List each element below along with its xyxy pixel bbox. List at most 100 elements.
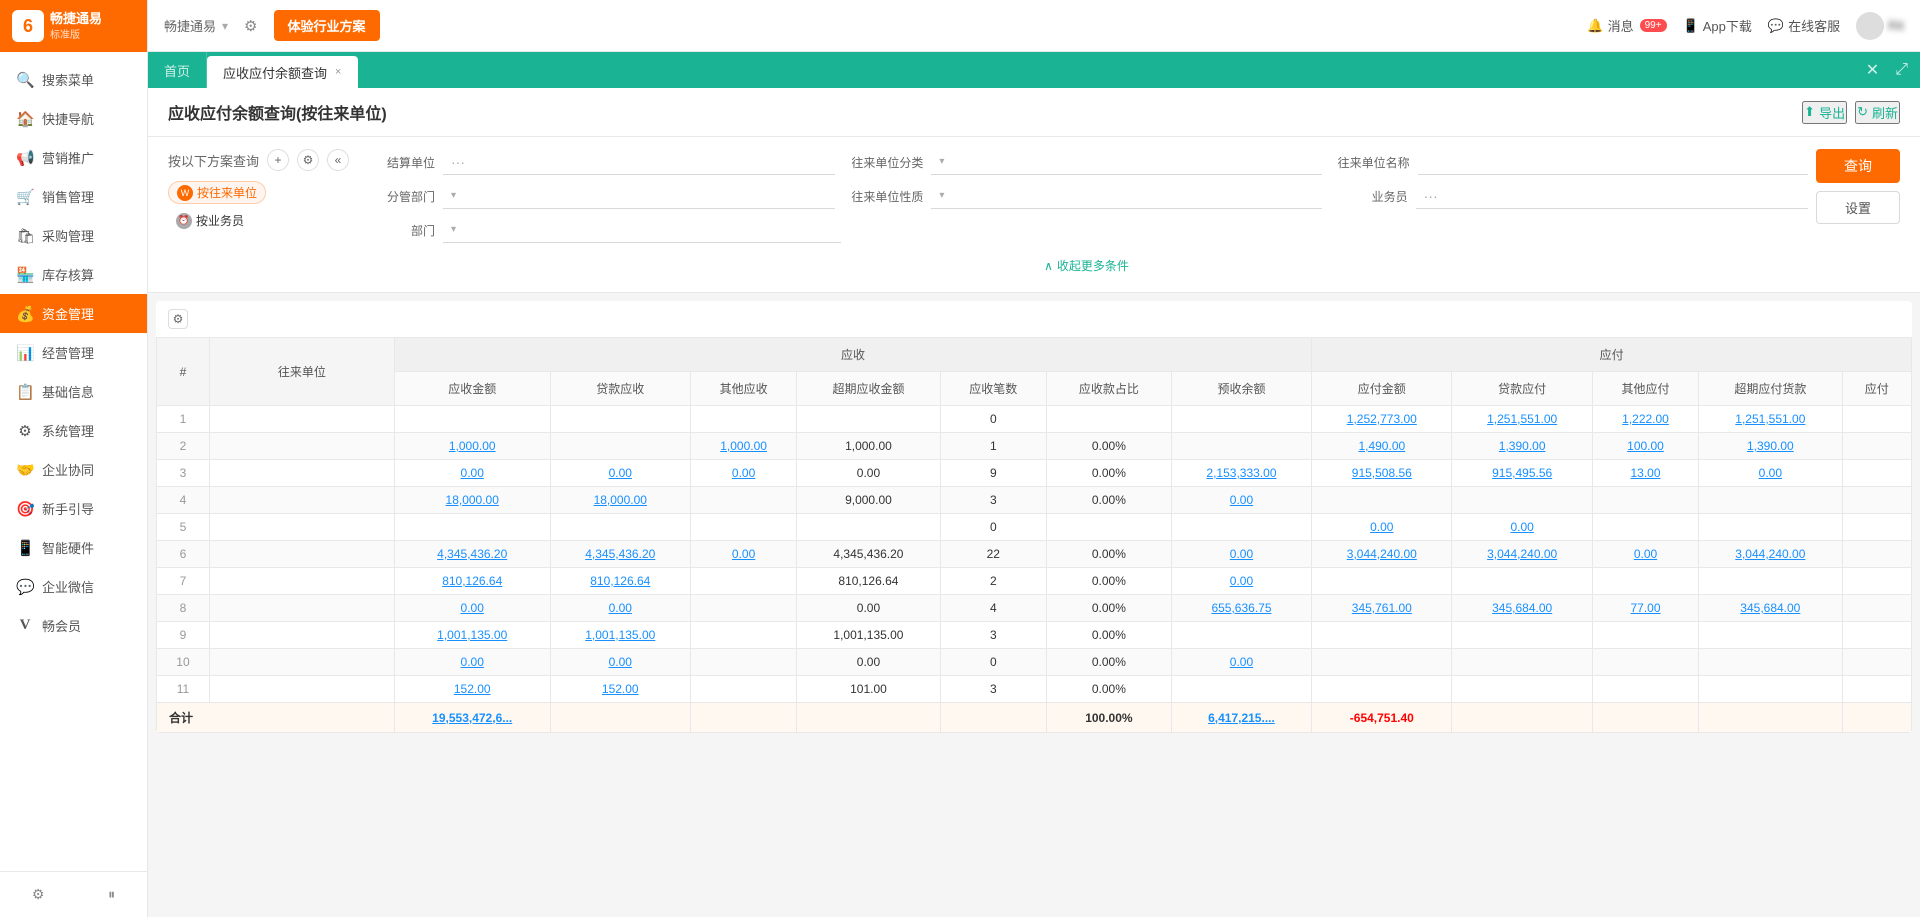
cell-link[interactable]: 345,761.00 [1312, 595, 1452, 622]
cell-link[interactable]: 152.00 [550, 676, 690, 703]
cell-link[interactable]: 1,251,551.00 [1452, 406, 1592, 433]
cell-link[interactable]: 345,684.00 [1699, 595, 1842, 622]
set-button[interactable]: 设置 [1816, 191, 1900, 224]
total-ys-yu[interactable]: 6,417,215.... [1171, 703, 1311, 733]
cell-link[interactable]: 655,636.75 [1171, 595, 1311, 622]
cell-link[interactable]: 915,508.56 [1312, 460, 1452, 487]
sidebar-collapse-btn[interactable]: ⏸ [98, 880, 125, 909]
filter-scheme-partner[interactable]: W 按往来单位 [168, 181, 266, 204]
settlement-unit-input[interactable]: ··· [443, 149, 835, 175]
sidebar-item-basic-info[interactable]: 📋 基础信息 [0, 372, 147, 411]
filter-scheme-salesperson[interactable]: ⏰ 按业务员 [168, 210, 266, 231]
cell-link[interactable]: 0.00 [690, 460, 796, 487]
cell-link[interactable]: 1,251,551.00 [1699, 406, 1842, 433]
cell-link[interactable]: 915,495.56 [1452, 460, 1592, 487]
dept-input[interactable]: ▾ [443, 217, 841, 243]
query-button[interactable]: 查询 [1816, 149, 1900, 183]
cell-link[interactable]: 152.00 [394, 676, 550, 703]
sidebar-item-operations[interactable]: 📊 经营管理 [0, 333, 147, 372]
sidebar-item-finance[interactable]: 💰 资金管理 [0, 294, 147, 333]
export-button[interactable]: ⬆ 导出 [1802, 101, 1847, 124]
sidebar-item-purchase[interactable]: 🛍 采购管理 [0, 216, 147, 255]
cell-link[interactable]: 0.00 [1452, 514, 1592, 541]
cell-link[interactable]: 0.00 [1171, 487, 1311, 514]
filter-collapse-scheme-btn[interactable]: « [327, 149, 349, 171]
cell-link[interactable]: 0.00 [394, 649, 550, 676]
tab-close-window-icon[interactable]: ✕ [1862, 56, 1883, 84]
cell-link[interactable]: 1,252,773.00 [1312, 406, 1452, 433]
tab-home[interactable]: 首页 [148, 52, 207, 88]
topbar-notification[interactable]: 🔔 消息 99+ [1587, 16, 1666, 35]
sidebar-item-enterprise-coop[interactable]: 🤝 企业协同 [0, 450, 147, 489]
cell-link[interactable]: 0.00 [550, 649, 690, 676]
sidebar-item-inventory[interactable]: 🏪 库存核算 [0, 255, 147, 294]
refresh-button[interactable]: ↻ 刷新 [1855, 101, 1900, 124]
sidebar-item-wechat[interactable]: 💬 企业微信 [0, 567, 147, 606]
cell-link[interactable]: 1,001,135.00 [550, 622, 690, 649]
cell-link[interactable]: 100.00 [1592, 433, 1698, 460]
sidebar-item-system[interactable]: ⚙ 系统管理 [0, 411, 147, 450]
cell-link[interactable]: 0.00 [1171, 541, 1311, 568]
sidebar-item-smart-hardware[interactable]: 📱 智能硬件 [0, 528, 147, 567]
sidebar-settings-btn[interactable]: ⚙ [22, 880, 55, 909]
cell-link[interactable]: 1,000.00 [690, 433, 796, 460]
topbar-dropdown-arrow[interactable]: ▾ [222, 19, 228, 33]
cell-link[interactable]: 0.00 [394, 595, 550, 622]
filter-collapse-btn[interactable]: ∧ 收起更多条件 [365, 251, 1808, 280]
cell-link[interactable]: 0.00 [1171, 649, 1311, 676]
cell-link[interactable]: 0.00 [1699, 460, 1842, 487]
cell-link[interactable]: 0.00 [1171, 568, 1311, 595]
cell-link[interactable]: 0.00 [550, 595, 690, 622]
cell-link[interactable]: 810,126.64 [394, 568, 550, 595]
tab-maximize-icon[interactable]: ⤢ [1891, 57, 1912, 83]
sidebar-item-newbie[interactable]: 🎯 新手引导 [0, 489, 147, 528]
tab-ar-ap-query[interactable]: 应收应付余额查询 × [207, 56, 358, 88]
filter-add-btn[interactable]: + [267, 149, 289, 171]
topbar-gear-icon[interactable]: ⚙ [240, 13, 261, 39]
sidebar-item-marketing[interactable]: 📢 营销推广 [0, 138, 147, 177]
cell-link[interactable]: 77.00 [1592, 595, 1698, 622]
cell-link[interactable]: 0.00 [550, 460, 690, 487]
sidebar-item-search[interactable]: 🔍 搜索菜单 [0, 60, 147, 99]
cell-link[interactable]: 0.00 [394, 460, 550, 487]
cell-link[interactable]: 345,684.00 [1452, 595, 1592, 622]
cell-link[interactable]: 3,044,240.00 [1452, 541, 1592, 568]
topbar-user[interactable]: Rit [1856, 12, 1904, 40]
dept-manager-input[interactable]: ▾ [443, 183, 835, 209]
partner-type-input[interactable]: ▾ [931, 183, 1321, 209]
cell-link[interactable]: 0.00 [1312, 514, 1452, 541]
partner-name-input[interactable] [1418, 149, 1808, 175]
filter-settings-btn[interactable]: ⚙ [297, 149, 319, 171]
sidebar-item-sales[interactable]: 🛒 销售管理 [0, 177, 147, 216]
cell-link[interactable]: 3,044,240.00 [1312, 541, 1452, 568]
cell-link[interactable]: 1,390.00 [1699, 433, 1842, 460]
cell-link[interactable]: 810,126.64 [550, 568, 690, 595]
cell-link[interactable]: 2,153,333.00 [1171, 460, 1311, 487]
cell-link[interactable]: 4,345,436.20 [394, 541, 550, 568]
cell-link[interactable]: 0.00 [690, 541, 796, 568]
sidebar-item-quick-nav[interactable]: 🏠 快捷导航 [0, 99, 147, 138]
sidebar-item-vip[interactable]: V 畅会员 [0, 606, 147, 645]
topbar-customer-service[interactable]: 💬 在线客服 [1768, 16, 1840, 35]
cell-empty [690, 622, 796, 649]
cell-empty [1452, 487, 1592, 514]
topbar-promo-button[interactable]: 体验行业方案 [274, 10, 380, 41]
table-settings-icon[interactable]: ⚙ [168, 309, 188, 329]
tab-close-icon[interactable]: × [335, 66, 341, 78]
cell-link[interactable]: 4,345,436.20 [550, 541, 690, 568]
table-scroll[interactable]: # 往来单位 应收 应付 应收金额 贷款应收 其他应收 超期应收金额 应收笔数 … [156, 337, 1912, 733]
cell-link[interactable]: 13.00 [1592, 460, 1698, 487]
cell-link[interactable]: 1,390.00 [1452, 433, 1592, 460]
cell-link[interactable]: 18,000.00 [550, 487, 690, 514]
cell-link[interactable]: 1,000.00 [394, 433, 550, 460]
cell-link[interactable]: 18,000.00 [394, 487, 550, 514]
cell-link[interactable]: 1,222.00 [1592, 406, 1698, 433]
cell-link[interactable]: 3,044,240.00 [1699, 541, 1842, 568]
salesperson-input[interactable]: ··· [1416, 183, 1808, 209]
cell-link[interactable]: 1,001,135.00 [394, 622, 550, 649]
cell-link[interactable]: 1,490.00 [1312, 433, 1452, 460]
cell-link[interactable]: 0.00 [1592, 541, 1698, 568]
topbar-app-download[interactable]: 📱 App下载 [1683, 16, 1752, 35]
partner-category-input[interactable]: ▾ [931, 149, 1321, 175]
total-ys-je[interactable]: 19,553,472,6... [394, 703, 550, 733]
